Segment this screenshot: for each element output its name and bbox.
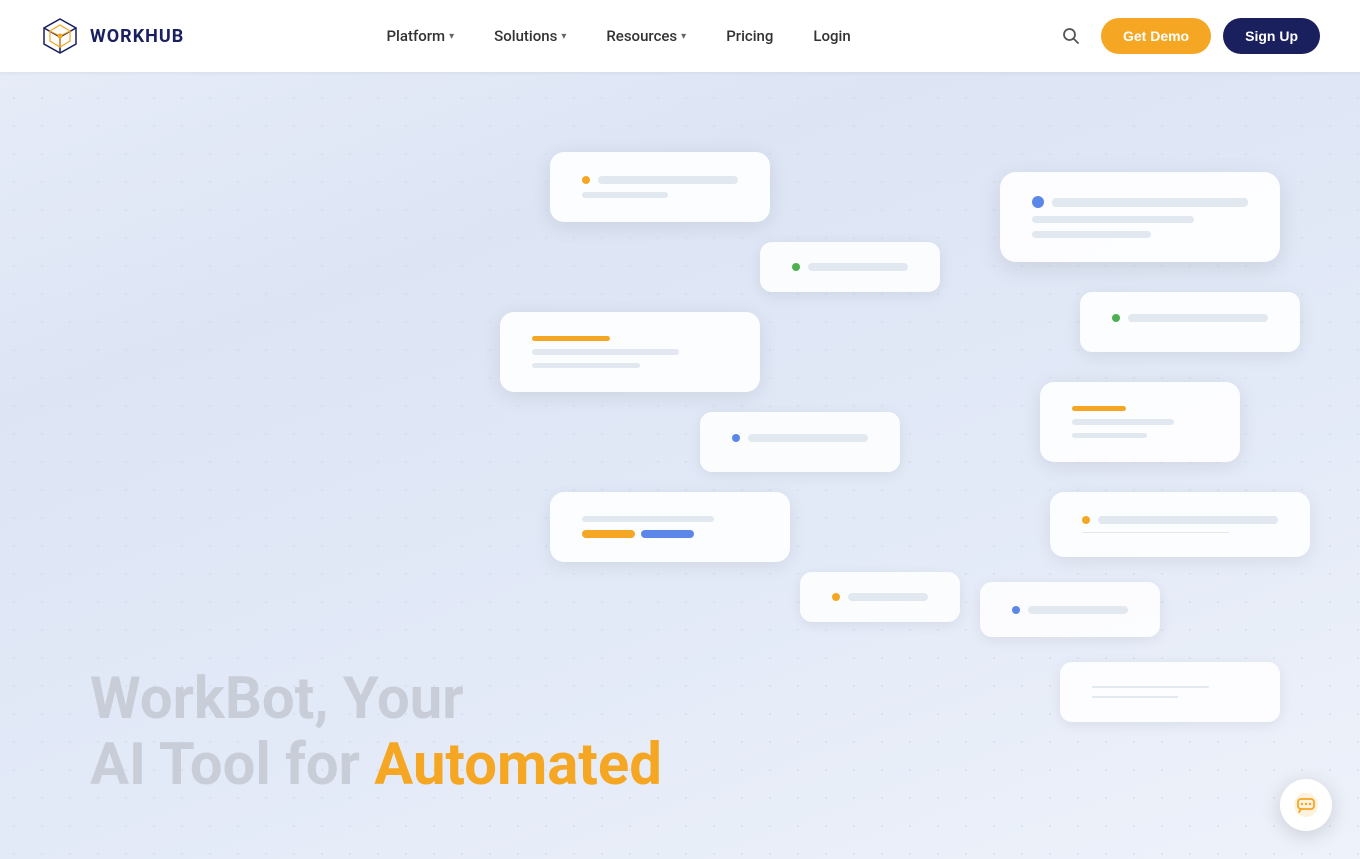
hero-section: WorkBot, Your AI Tool for Automated bbox=[0, 0, 1360, 859]
navbar: WORKHUB Platform ▾ Solutions ▾ Resources… bbox=[0, 0, 1360, 72]
navbar-actions: Get Demo Sign Up bbox=[1053, 18, 1320, 54]
chevron-down-icon: ▾ bbox=[681, 31, 686, 42]
float-card-7 bbox=[1000, 172, 1280, 262]
logo-text: WORKHUB bbox=[90, 26, 184, 47]
float-card-1 bbox=[550, 152, 770, 222]
get-demo-button[interactable]: Get Demo bbox=[1101, 18, 1211, 54]
nav-pricing[interactable]: Pricing bbox=[710, 19, 789, 53]
sign-up-button[interactable]: Sign Up bbox=[1223, 18, 1320, 54]
search-icon bbox=[1061, 26, 1081, 46]
float-card-11 bbox=[980, 582, 1160, 637]
search-button[interactable] bbox=[1053, 18, 1089, 54]
float-card-4 bbox=[700, 412, 900, 472]
hero-title-regular: AI Tool for bbox=[90, 731, 374, 799]
float-card-6 bbox=[800, 572, 960, 622]
float-card-8 bbox=[1080, 292, 1300, 352]
float-card-9 bbox=[1040, 382, 1240, 462]
nav-menu: Platform ▾ Solutions ▾ Resources ▾ Prici… bbox=[184, 19, 1053, 53]
hero-title-line1: WorkBot, Your bbox=[90, 666, 662, 733]
chevron-down-icon: ▾ bbox=[561, 31, 566, 42]
nav-resources[interactable]: Resources ▾ bbox=[590, 19, 702, 53]
hero-text: WorkBot, Your AI Tool for Automated bbox=[90, 666, 662, 799]
float-card-2 bbox=[760, 242, 940, 292]
float-card-12 bbox=[1060, 662, 1280, 722]
nav-platform[interactable]: Platform ▾ bbox=[370, 19, 470, 53]
nav-solutions[interactable]: Solutions ▾ bbox=[478, 19, 582, 53]
float-card-5 bbox=[550, 492, 790, 562]
chevron-down-icon: ▾ bbox=[449, 31, 454, 42]
hero-title-line2: AI Tool for Automated bbox=[90, 732, 662, 799]
float-card-3 bbox=[500, 312, 760, 392]
nav-login[interactable]: Login bbox=[797, 19, 866, 53]
hero-title-accent: Automated bbox=[374, 731, 662, 799]
chat-icon bbox=[1293, 792, 1319, 818]
float-card-10 bbox=[1050, 492, 1310, 557]
logo-icon bbox=[40, 16, 80, 56]
logo[interactable]: WORKHUB bbox=[40, 16, 184, 56]
chat-widget[interactable] bbox=[1280, 779, 1332, 831]
